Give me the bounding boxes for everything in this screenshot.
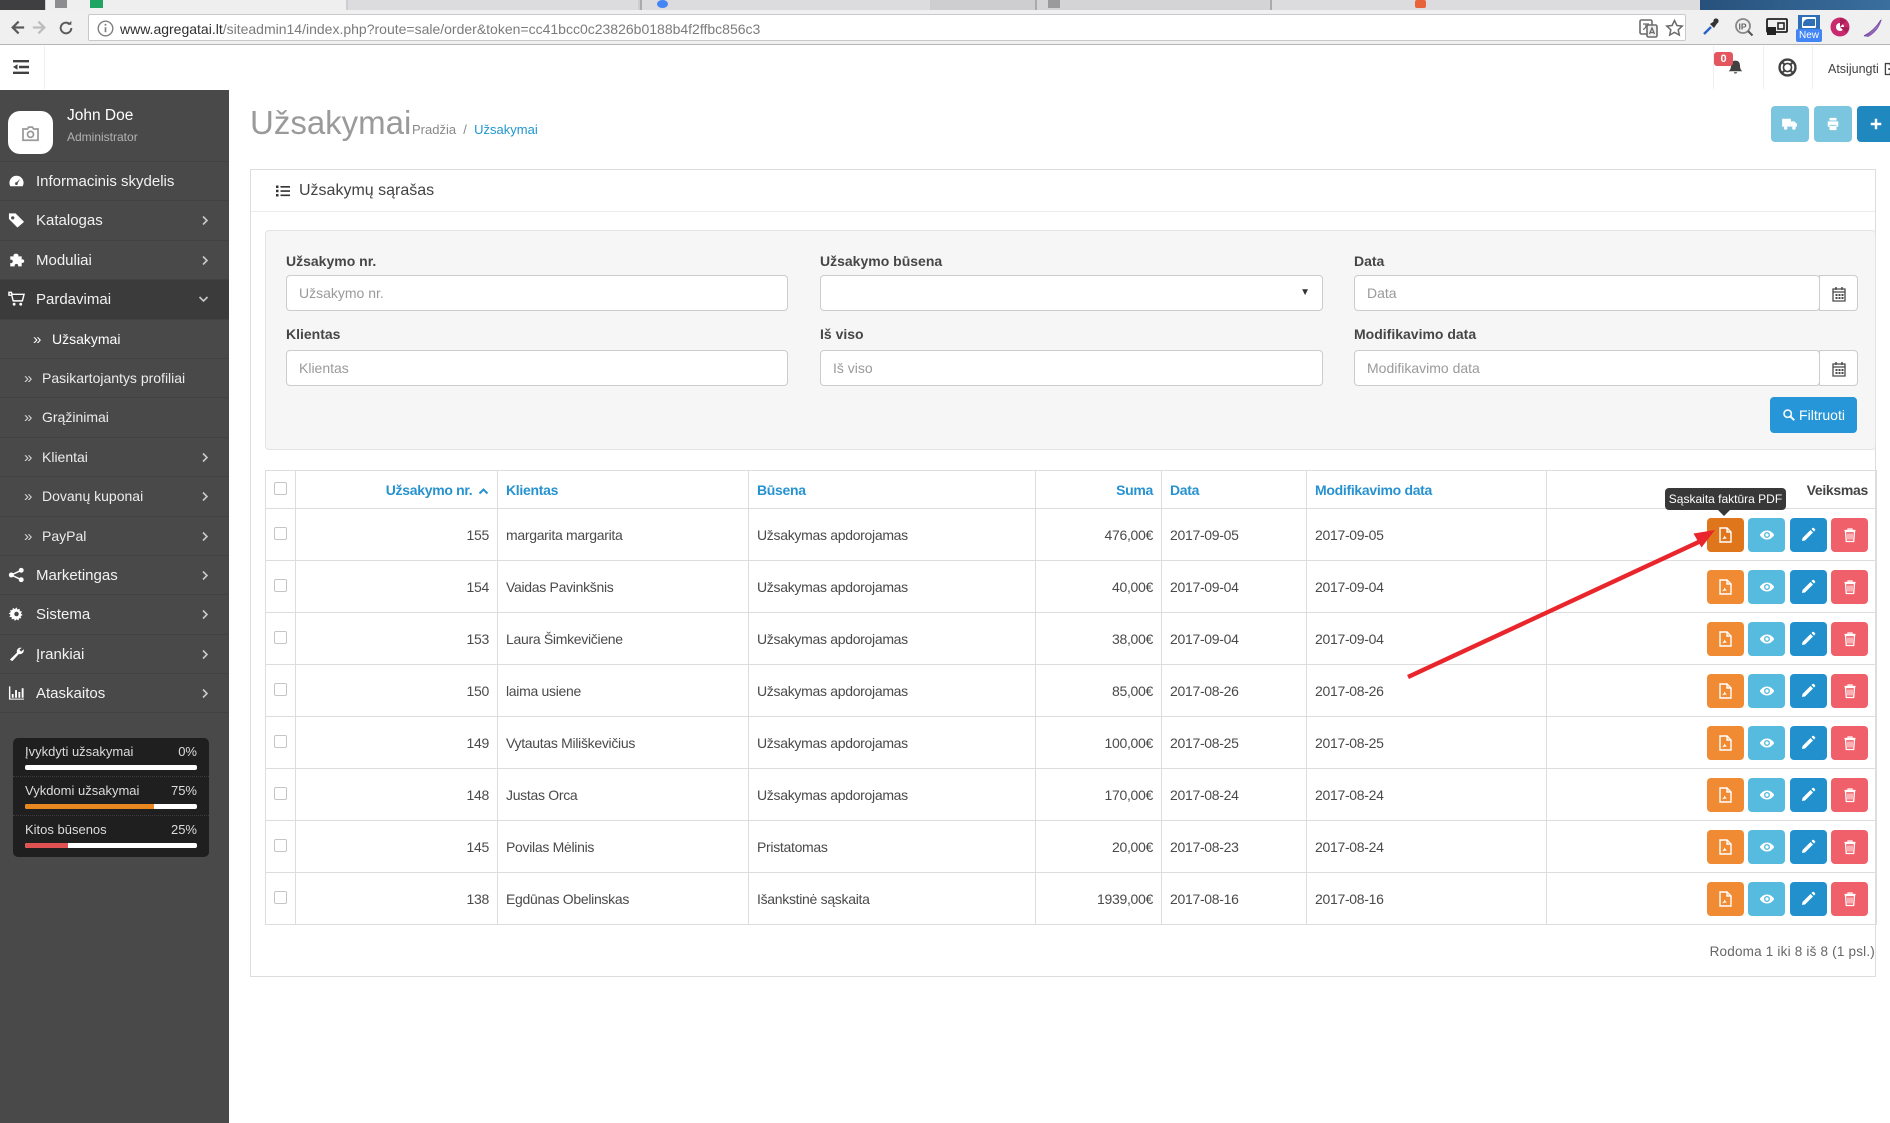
svg-text:IP: IP: [1739, 22, 1747, 32]
